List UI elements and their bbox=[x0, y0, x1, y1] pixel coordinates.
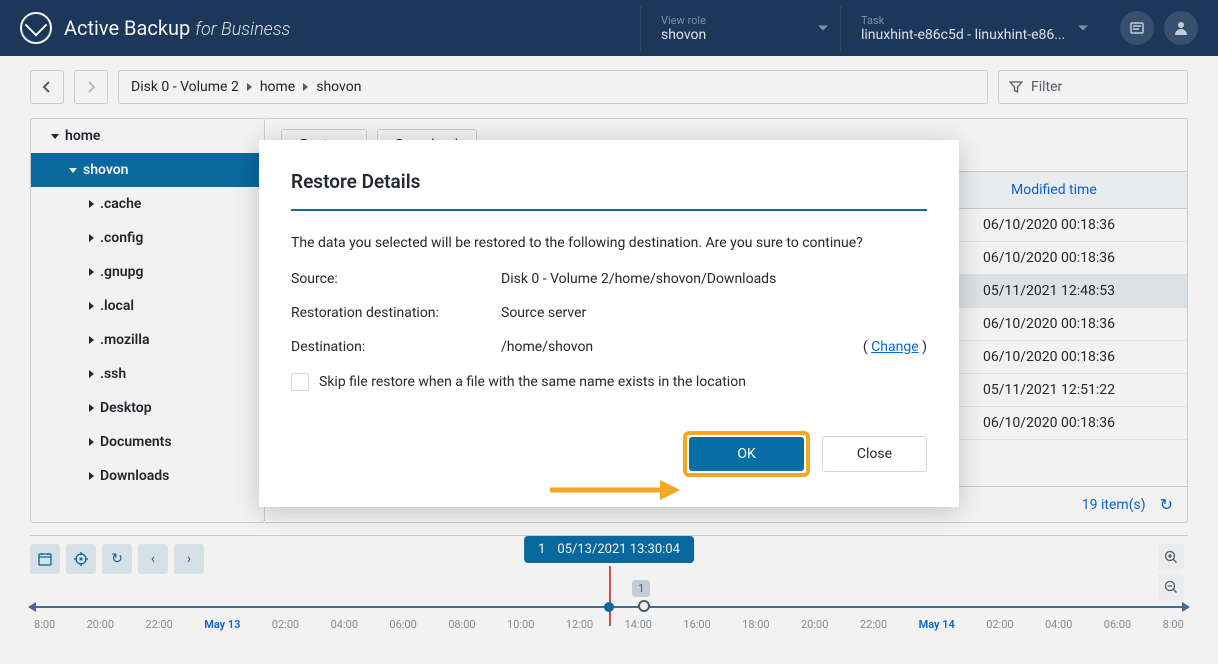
source-label: Source: bbox=[291, 271, 501, 287]
restore-details-dialog: Restore Details The data you selected wi… bbox=[259, 140, 959, 507]
dialog-message: The data you selected will be restored t… bbox=[291, 235, 927, 251]
dialog-title: Restore Details bbox=[291, 170, 927, 209]
skip-file-checkbox[interactable] bbox=[291, 373, 309, 391]
ok-button-highlight: OK bbox=[683, 431, 809, 477]
modal-overlay: Restore Details The data you selected wi… bbox=[0, 0, 1218, 664]
source-value: Disk 0 - Volume 2/home/shovon/Downloads bbox=[501, 271, 927, 287]
restoration-destination-value: Source server bbox=[501, 305, 927, 321]
annotation-arrow bbox=[550, 478, 680, 506]
ok-button[interactable]: OK bbox=[689, 437, 803, 471]
restoration-destination-label: Restoration destination: bbox=[291, 305, 501, 321]
change-link[interactable]: Change bbox=[871, 339, 918, 355]
close-button[interactable]: Close bbox=[822, 436, 927, 472]
destination-label: Destination: bbox=[291, 339, 501, 355]
skip-file-label: Skip file restore when a file with the s… bbox=[319, 374, 746, 390]
destination-value: /home/shovon ( Change ) bbox=[501, 339, 927, 355]
